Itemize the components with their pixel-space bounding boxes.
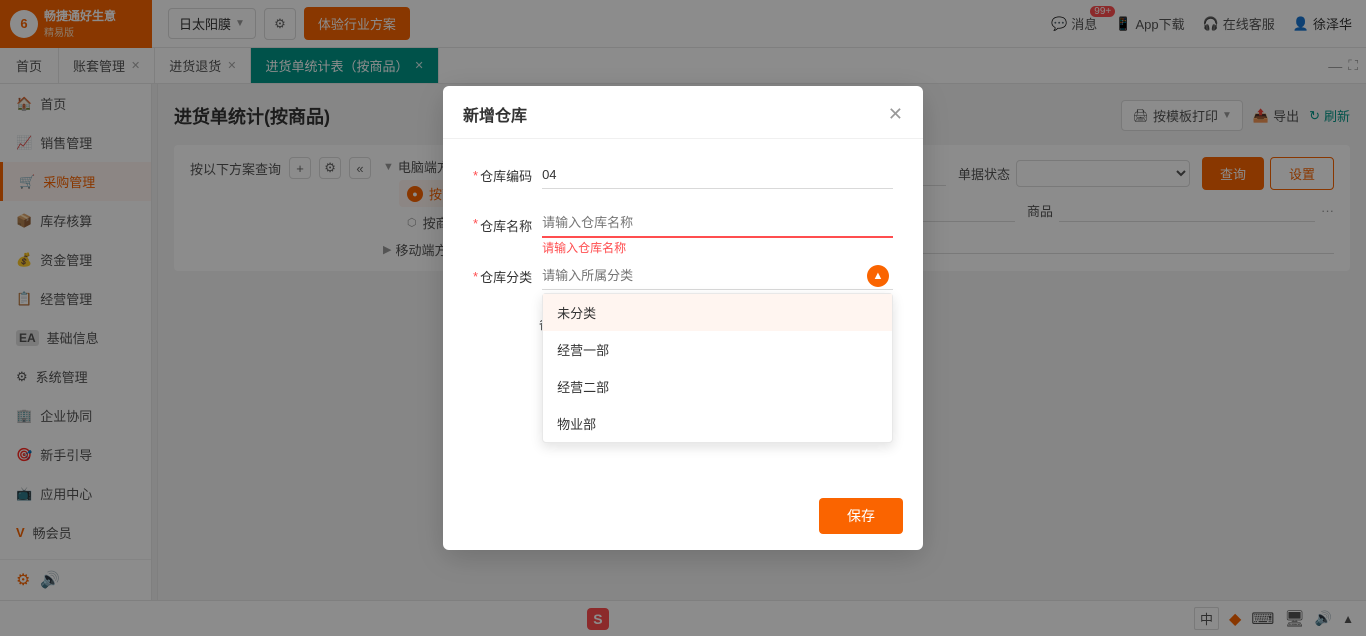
name-error-message: 请输入仓库名称	[542, 239, 626, 256]
category-input[interactable]	[542, 262, 893, 289]
code-label: 仓库编码	[480, 166, 542, 185]
name-label: 仓库名称	[480, 209, 542, 235]
category-dropdown: 未分类 经营一部 经营二部 物业部	[542, 293, 893, 443]
name-input[interactable]	[542, 209, 893, 238]
dropdown-item-dept2[interactable]: 经营二部	[543, 368, 892, 405]
dropdown-item-dept1[interactable]: 经营一部	[543, 331, 892, 368]
name-row: * 仓库名称 请输入仓库名称	[473, 209, 893, 238]
name-required: *	[473, 209, 478, 231]
category-toggle-button[interactable]: ▲	[867, 265, 889, 287]
dialog-body: * 仓库编码 * 仓库名称 请输入仓库名称 * 仓库分类	[443, 139, 923, 388]
save-button[interactable]: 保存	[819, 498, 903, 534]
name-input-wrapper: 请输入仓库名称	[542, 209, 893, 238]
dialog-title: 新增仓库	[463, 102, 527, 126]
category-required: *	[473, 269, 478, 284]
category-select-wrapper: ▲ 未分类 经营一部 经营二部 物业部	[542, 262, 893, 290]
category-label: 仓库分类	[480, 267, 542, 286]
add-warehouse-dialog: 新增仓库 ✕ * 仓库编码 * 仓库名称 请输入仓库名称 *	[443, 86, 923, 550]
dialog-header: 新增仓库 ✕	[443, 86, 923, 139]
code-required: *	[473, 168, 478, 183]
dropdown-item-property[interactable]: 物业部	[543, 405, 892, 442]
chevron-up-icon: ▲	[873, 270, 884, 282]
dialog-footer: 保存	[443, 488, 923, 550]
modal-overlay: 新增仓库 ✕ * 仓库编码 * 仓库名称 请输入仓库名称 *	[0, 0, 1366, 636]
dialog-close-button[interactable]: ✕	[888, 105, 903, 123]
dropdown-item-uncategorized[interactable]: 未分类	[543, 294, 892, 331]
category-row: * 仓库分类 ▲ 未分类 经营一部	[473, 262, 893, 290]
code-row: * 仓库编码	[473, 161, 893, 189]
code-input[interactable]	[542, 161, 893, 189]
